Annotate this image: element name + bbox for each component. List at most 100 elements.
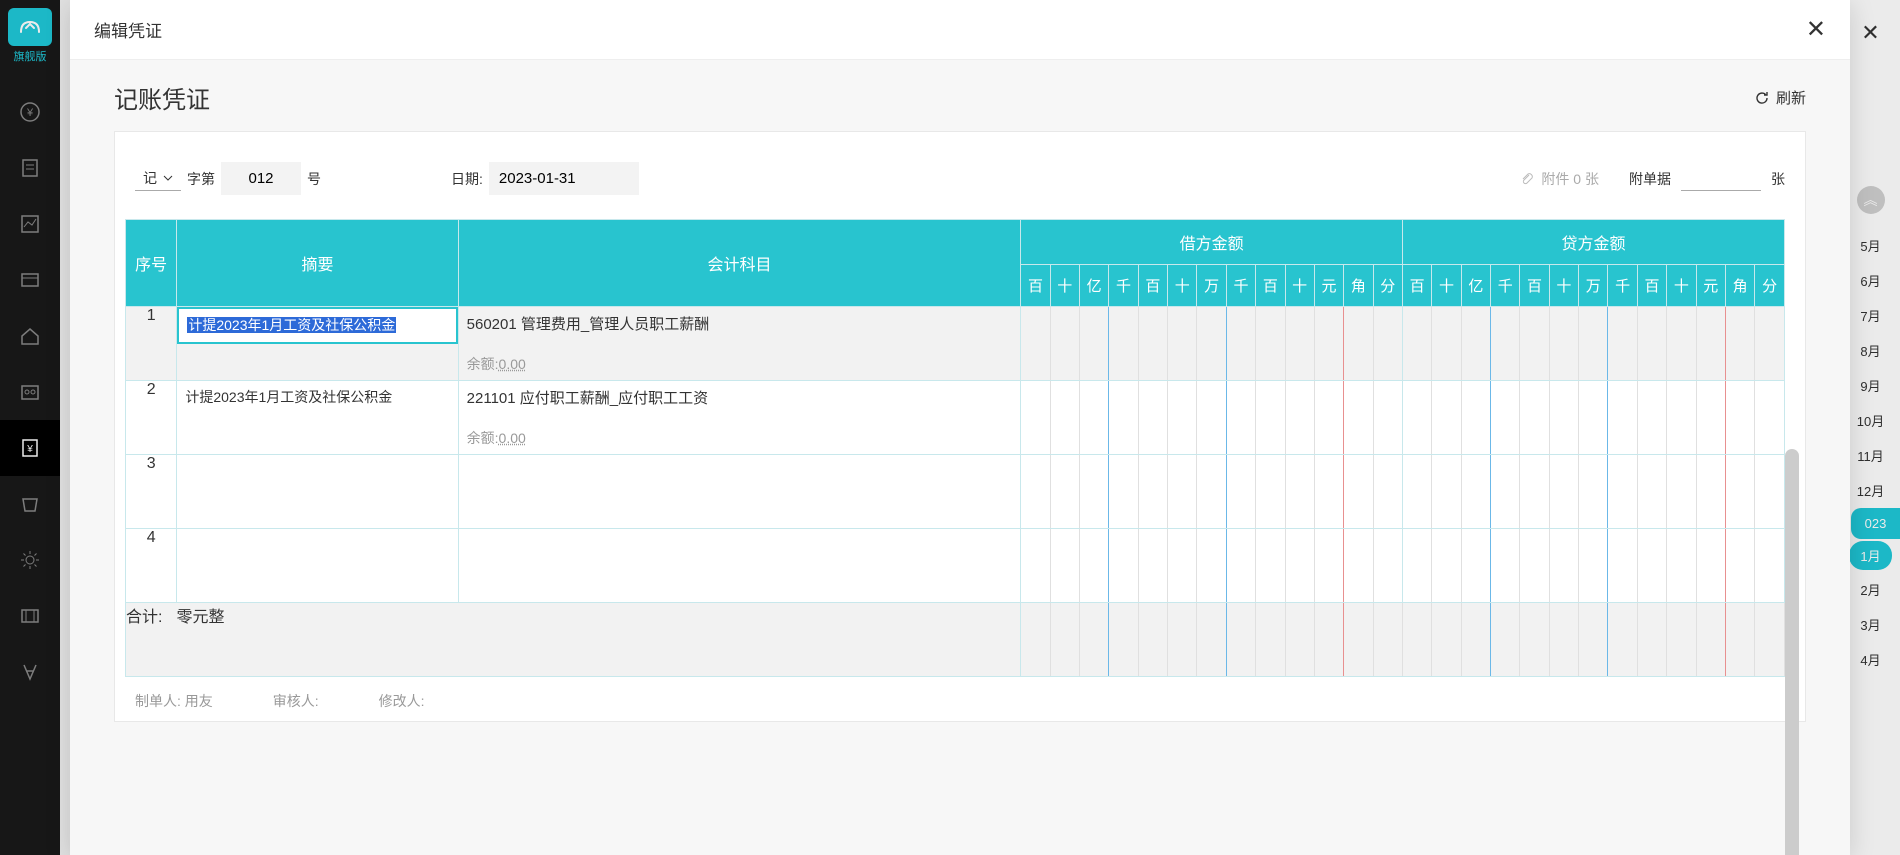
amount-digit-cell[interactable] <box>1197 529 1226 603</box>
amount-digit-cell[interactable] <box>1520 307 1549 381</box>
amount-digit-cell[interactable] <box>1402 381 1431 455</box>
amount-digit-cell[interactable] <box>1637 529 1666 603</box>
date-input[interactable] <box>489 162 639 195</box>
account-cell[interactable]: 560201 管理费用_管理人员职工薪酬余额:0.00 <box>459 307 1021 380</box>
amount-digit-cell[interactable] <box>1314 381 1343 455</box>
amount-digit-cell[interactable] <box>1755 529 1785 603</box>
amount-digit-cell[interactable] <box>1050 455 1079 529</box>
amount-digit-cell[interactable] <box>1696 455 1725 529</box>
amount-digit-cell[interactable] <box>1109 455 1138 529</box>
amount-digit-cell[interactable] <box>1608 529 1637 603</box>
amount-digit-cell[interactable] <box>1608 381 1637 455</box>
amount-digit-cell[interactable] <box>1491 455 1520 529</box>
amount-digit-cell[interactable] <box>1725 381 1754 455</box>
amount-digit-cell[interactable] <box>1549 529 1578 603</box>
amount-digit-cell[interactable] <box>1285 381 1314 455</box>
amount-digit-cell[interactable] <box>1461 529 1490 603</box>
amount-digit-cell[interactable] <box>1402 529 1431 603</box>
amount-digit-cell[interactable] <box>1314 455 1343 529</box>
amount-digit-cell[interactable] <box>1168 307 1197 381</box>
account-cell[interactable]: 221101 应付职工薪酬_应付职工工资余额:0.00 <box>459 381 1021 454</box>
amount-digit-cell[interactable] <box>1168 529 1197 603</box>
amount-digit-cell[interactable] <box>1373 381 1402 455</box>
close-icon[interactable]: ✕ <box>1806 15 1826 44</box>
account-cell[interactable] <box>459 529 1021 602</box>
amount-digit-cell[interactable] <box>1579 529 1608 603</box>
amount-digit-cell[interactable] <box>1138 307 1167 381</box>
amount-digit-cell[interactable] <box>1256 381 1285 455</box>
amount-digit-cell[interactable] <box>1168 381 1197 455</box>
amount-digit-cell[interactable] <box>1138 381 1167 455</box>
amount-digit-cell[interactable] <box>1696 307 1725 381</box>
amount-digit-cell[interactable] <box>1667 455 1696 529</box>
amount-digit-cell[interactable] <box>1226 381 1255 455</box>
amount-digit-cell[interactable] <box>1285 455 1314 529</box>
amount-digit-cell[interactable] <box>1021 455 1050 529</box>
amount-digit-cell[interactable] <box>1021 307 1050 381</box>
amount-digit-cell[interactable] <box>1344 381 1373 455</box>
amount-digit-cell[interactable] <box>1314 307 1343 381</box>
amount-digit-cell[interactable] <box>1344 307 1373 381</box>
amount-digit-cell[interactable] <box>1637 381 1666 455</box>
summary-cell[interactable] <box>177 455 457 467</box>
amount-digit-cell[interactable] <box>1256 455 1285 529</box>
amount-digit-cell[interactable] <box>1579 307 1608 381</box>
amount-digit-cell[interactable] <box>1314 529 1343 603</box>
amount-digit-cell[interactable] <box>1197 381 1226 455</box>
amount-digit-cell[interactable] <box>1373 529 1402 603</box>
table-scrollbar[interactable] <box>1785 449 1799 855</box>
refresh-button[interactable]: 刷新 <box>1754 87 1806 108</box>
summary-cell[interactable] <box>177 529 457 541</box>
amount-digit-cell[interactable] <box>1461 381 1490 455</box>
amount-digit-cell[interactable] <box>1549 381 1578 455</box>
amount-digit-cell[interactable] <box>1256 307 1285 381</box>
amount-digit-cell[interactable] <box>1432 529 1461 603</box>
amount-digit-cell[interactable] <box>1021 529 1050 603</box>
amount-digit-cell[interactable] <box>1696 381 1725 455</box>
amount-digit-cell[interactable] <box>1226 307 1255 381</box>
amount-digit-cell[interactable] <box>1725 455 1754 529</box>
amount-digit-cell[interactable] <box>1050 307 1079 381</box>
amount-digit-cell[interactable] <box>1432 307 1461 381</box>
amount-digit-cell[interactable] <box>1050 381 1079 455</box>
amount-digit-cell[interactable] <box>1109 307 1138 381</box>
attachment-link[interactable]: 附件 0 张 <box>1519 169 1619 189</box>
amount-digit-cell[interactable] <box>1402 307 1431 381</box>
amount-digit-cell[interactable] <box>1109 381 1138 455</box>
amount-digit-cell[interactable] <box>1520 381 1549 455</box>
amount-digit-cell[interactable] <box>1667 529 1696 603</box>
amount-digit-cell[interactable] <box>1579 381 1608 455</box>
amount-digit-cell[interactable] <box>1491 529 1520 603</box>
amount-digit-cell[interactable] <box>1285 529 1314 603</box>
amount-digit-cell[interactable] <box>1168 455 1197 529</box>
amount-digit-cell[interactable] <box>1637 307 1666 381</box>
amount-digit-cell[interactable] <box>1344 529 1373 603</box>
amount-digit-cell[interactable] <box>1432 381 1461 455</box>
amount-digit-cell[interactable] <box>1079 381 1108 455</box>
amount-digit-cell[interactable] <box>1491 307 1520 381</box>
amount-digit-cell[interactable] <box>1755 381 1785 455</box>
amount-digit-cell[interactable] <box>1579 455 1608 529</box>
amount-digit-cell[interactable] <box>1197 307 1226 381</box>
amount-digit-cell[interactable] <box>1226 529 1255 603</box>
amount-digit-cell[interactable] <box>1491 381 1520 455</box>
amount-digit-cell[interactable] <box>1667 381 1696 455</box>
amount-digit-cell[interactable] <box>1079 307 1108 381</box>
amount-digit-cell[interactable] <box>1079 529 1108 603</box>
amount-digit-cell[interactable] <box>1079 455 1108 529</box>
amount-digit-cell[interactable] <box>1256 529 1285 603</box>
account-cell[interactable] <box>459 455 1021 528</box>
amount-digit-cell[interactable] <box>1138 529 1167 603</box>
amount-digit-cell[interactable] <box>1373 307 1402 381</box>
amount-digit-cell[interactable] <box>1755 307 1785 381</box>
amount-digit-cell[interactable] <box>1725 529 1754 603</box>
amount-digit-cell[interactable] <box>1549 307 1578 381</box>
summary-input[interactable]: 计提2023年1月工资及社保公积金 <box>177 307 457 344</box>
amount-digit-cell[interactable] <box>1637 455 1666 529</box>
amount-digit-cell[interactable] <box>1696 529 1725 603</box>
voucher-type-select[interactable]: 记 <box>135 166 181 191</box>
amount-digit-cell[interactable] <box>1549 455 1578 529</box>
amount-digit-cell[interactable] <box>1109 529 1138 603</box>
amount-digit-cell[interactable] <box>1285 307 1314 381</box>
stub-count-input[interactable] <box>1681 167 1761 191</box>
